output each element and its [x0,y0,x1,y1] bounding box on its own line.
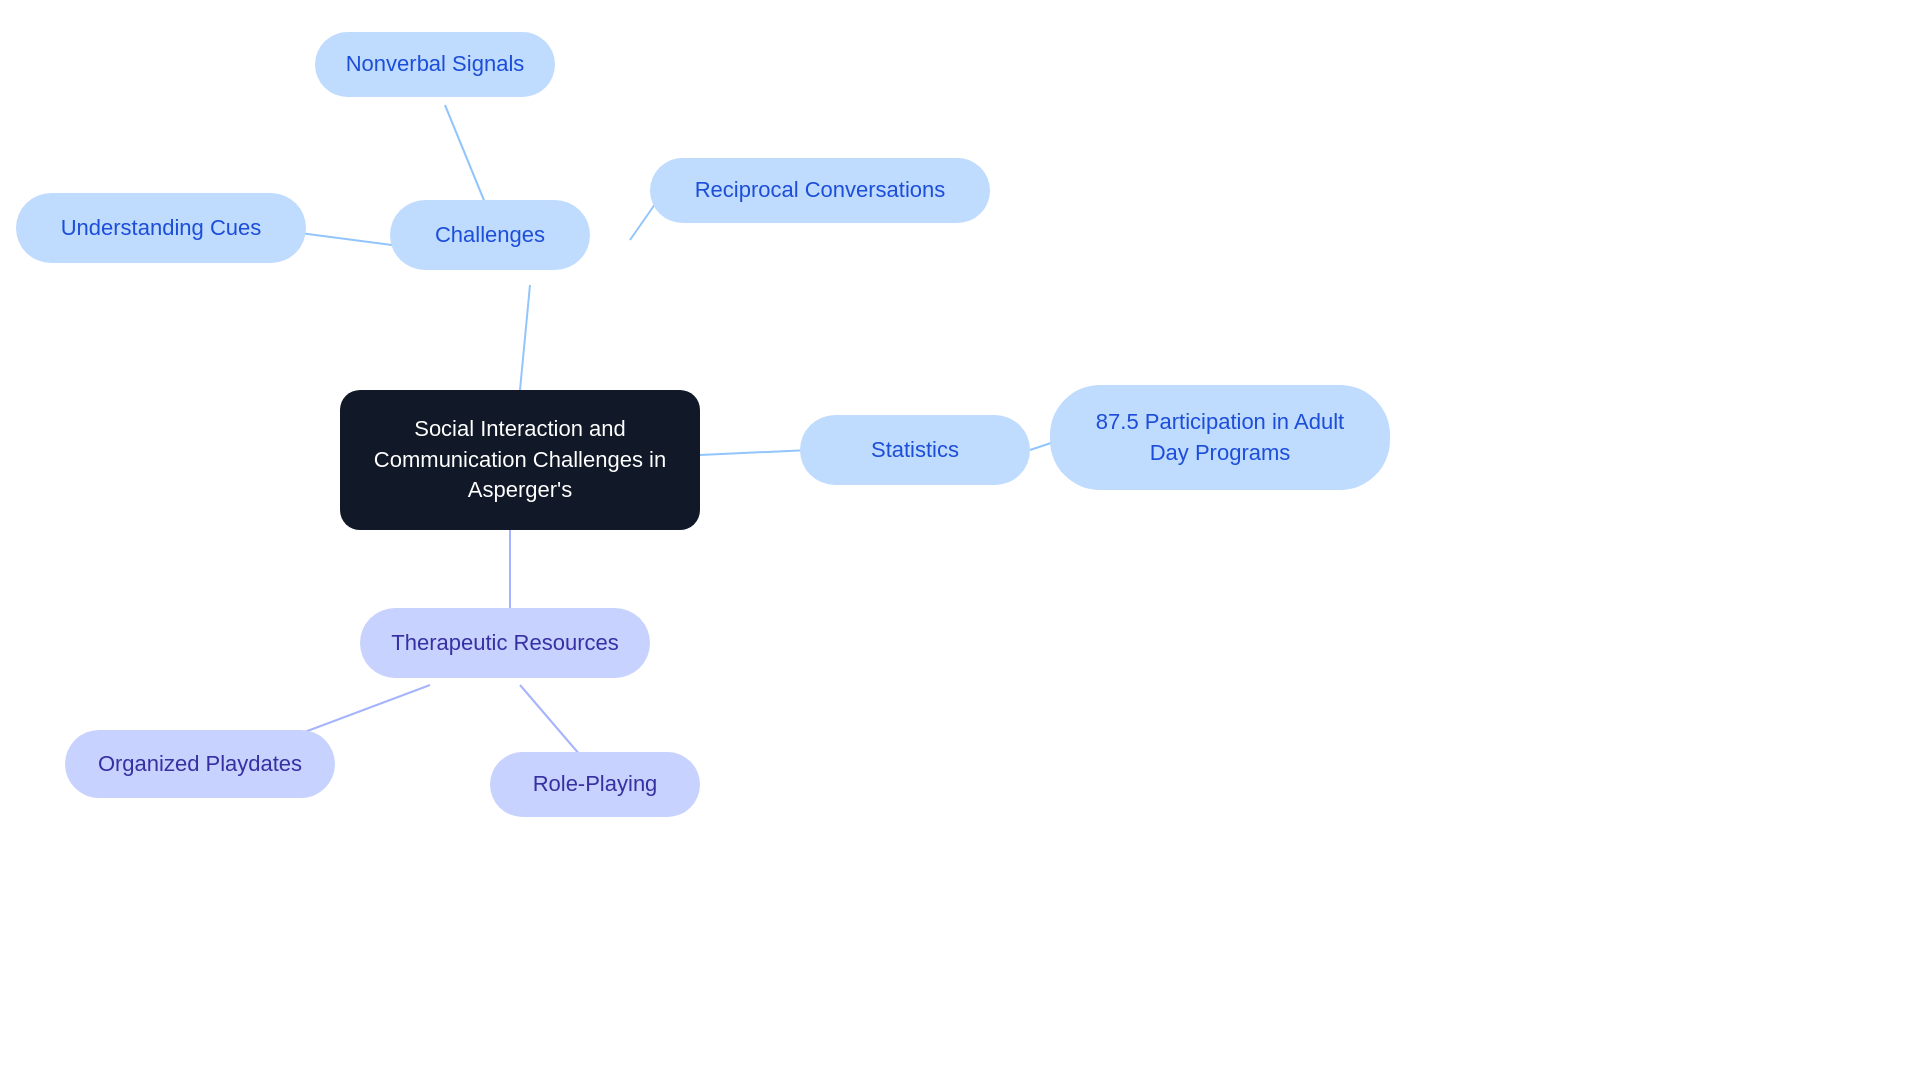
playdates-node: Organized Playdates [65,730,335,798]
adult-day-label: 87.5 Participation in Adult Day Programs [1078,407,1362,469]
svg-line-1 [445,105,490,215]
challenges-label: Challenges [435,220,545,251]
therapeutic-node: Therapeutic Resources [360,608,650,678]
svg-line-4 [700,450,810,455]
center-node: Social Interaction and Communication Cha… [340,390,700,530]
adult-day-node: 87.5 Participation in Adult Day Programs [1050,385,1390,490]
role-playing-node: Role-Playing [490,752,700,817]
understanding-cues-node: Understanding Cues [16,193,306,263]
svg-line-8 [520,685,580,755]
svg-line-0 [520,285,530,390]
statistics-label: Statistics [871,435,959,466]
understanding-cues-label: Understanding Cues [61,213,262,244]
nonverbal-node: Nonverbal Signals [315,32,555,97]
reciprocal-node: Reciprocal Conversations [650,158,990,223]
challenges-node: Challenges [390,200,590,270]
center-label: Social Interaction and Communication Cha… [368,414,672,506]
role-playing-label: Role-Playing [533,769,658,800]
nonverbal-label: Nonverbal Signals [346,49,525,80]
playdates-label: Organized Playdates [98,749,302,780]
reciprocal-label: Reciprocal Conversations [695,175,946,206]
therapeutic-label: Therapeutic Resources [391,628,618,659]
statistics-node: Statistics [800,415,1030,485]
